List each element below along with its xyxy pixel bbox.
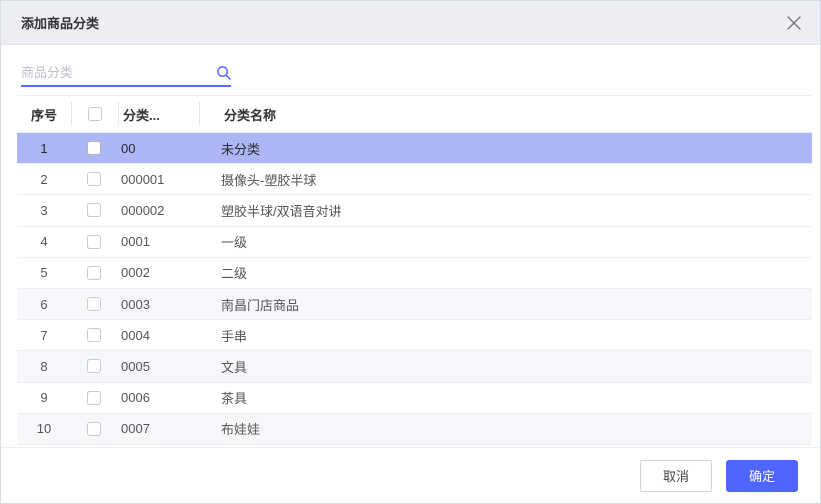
row-checkbox[interactable] (87, 141, 101, 155)
cell-code: 0001 (117, 234, 197, 249)
close-icon[interactable] (784, 13, 804, 33)
cell-code: 0006 (117, 390, 197, 405)
cell-seq: 7 (17, 328, 71, 343)
cell-code: 0003 (117, 297, 197, 312)
row-checkbox[interactable] (87, 172, 101, 186)
cell-name: 茶具 (197, 388, 812, 407)
table-row[interactable]: 8 0005文具 (17, 351, 812, 382)
table-header-row: 序号 分类... 分类名称 (17, 95, 812, 133)
cell-name: 文具 (197, 357, 812, 376)
cell-name: 一级 (197, 232, 812, 251)
table-row[interactable]: 2 000001摄像头-塑胶半球 (17, 164, 812, 195)
row-checkbox[interactable] (87, 359, 101, 373)
modal-title: 添加商品分类 (21, 13, 99, 32)
cell-code: 00 (117, 141, 197, 156)
cell-name: 布娃娃 (197, 419, 812, 438)
table-row[interactable]: 5 0002二级 (17, 258, 812, 289)
header-checkbox-cell (72, 107, 118, 121)
search-icon[interactable] (216, 65, 231, 80)
row-checkbox[interactable] (87, 297, 101, 311)
table-row[interactable]: 9 0006茶具 (17, 383, 812, 414)
cell-name: 塑胶半球/双语音对讲 (197, 201, 812, 220)
cell-checkbox (71, 422, 117, 436)
cell-name: 南昌门店商品 (197, 295, 812, 314)
table-row[interactable]: 3 000002塑胶半球/双语音对讲 (17, 195, 812, 226)
cell-checkbox (71, 328, 117, 342)
table-row[interactable]: 6 0003南昌门店商品 (17, 289, 812, 320)
cell-checkbox (71, 266, 117, 280)
cell-name: 未分类 (197, 139, 812, 158)
cell-code: 000002 (117, 203, 197, 218)
cell-seq: 10 (17, 421, 71, 436)
row-checkbox[interactable] (87, 422, 101, 436)
row-checkbox[interactable] (87, 203, 101, 217)
select-all-checkbox[interactable] (88, 107, 102, 121)
cell-code: 0004 (117, 328, 197, 343)
cell-checkbox (71, 297, 117, 311)
cell-checkbox (71, 391, 117, 405)
modal-header: 添加商品分类 (1, 1, 820, 45)
table-row[interactable]: 10 0007布娃娃 (17, 414, 812, 445)
table-row[interactable]: 1 00未分类 (17, 133, 812, 164)
confirm-button[interactable]: 确定 (726, 460, 798, 492)
modal-dialog: 添加商品分类 序号 分类... 分类名称 1 00未分类 2 000001摄像头-塑胶… (0, 0, 821, 504)
row-checkbox[interactable] (87, 391, 101, 405)
table-body[interactable]: 1 00未分类 2 000001摄像头-塑胶半球 3 000002塑胶半球/双语音对讲 4 0… (17, 133, 812, 447)
cell-seq: 5 (17, 265, 71, 280)
row-checkbox[interactable] (87, 266, 101, 280)
cell-name: 手串 (197, 326, 812, 345)
row-checkbox[interactable] (87, 235, 101, 249)
cell-checkbox (71, 141, 117, 155)
cell-code: 0005 (117, 359, 197, 374)
header-code: 分类... (119, 105, 199, 124)
search-box (21, 59, 231, 87)
cell-seq: 3 (17, 203, 71, 218)
cell-checkbox (71, 359, 117, 373)
cell-seq: 4 (17, 234, 71, 249)
cell-checkbox (71, 203, 117, 217)
cell-name: 二级 (197, 263, 812, 282)
cell-code: 0007 (117, 421, 197, 436)
cell-checkbox (71, 172, 117, 186)
search-row (1, 45, 820, 89)
header-seq: 序号 (17, 105, 71, 124)
cell-name: 摄像头-塑胶半球 (197, 170, 812, 189)
cancel-button[interactable]: 取消 (640, 460, 712, 492)
cell-seq: 8 (17, 359, 71, 374)
row-checkbox[interactable] (87, 328, 101, 342)
cell-seq: 1 (17, 141, 71, 156)
table-row[interactable]: 4 0001一级 (17, 227, 812, 258)
header-name: 分类名称 (200, 105, 812, 124)
table-row[interactable]: 7 0004手串 (17, 320, 812, 351)
search-input[interactable] (21, 60, 210, 84)
cell-seq: 2 (17, 172, 71, 187)
cell-code: 000001 (117, 172, 197, 187)
modal-footer: 取消 确定 (1, 447, 820, 503)
cell-checkbox (71, 235, 117, 249)
cell-code: 0002 (117, 265, 197, 280)
cell-seq: 9 (17, 390, 71, 405)
category-table: 序号 分类... 分类名称 1 00未分类 2 000001摄像头-塑胶半球 3 0000… (1, 89, 820, 447)
cell-seq: 6 (17, 297, 71, 312)
